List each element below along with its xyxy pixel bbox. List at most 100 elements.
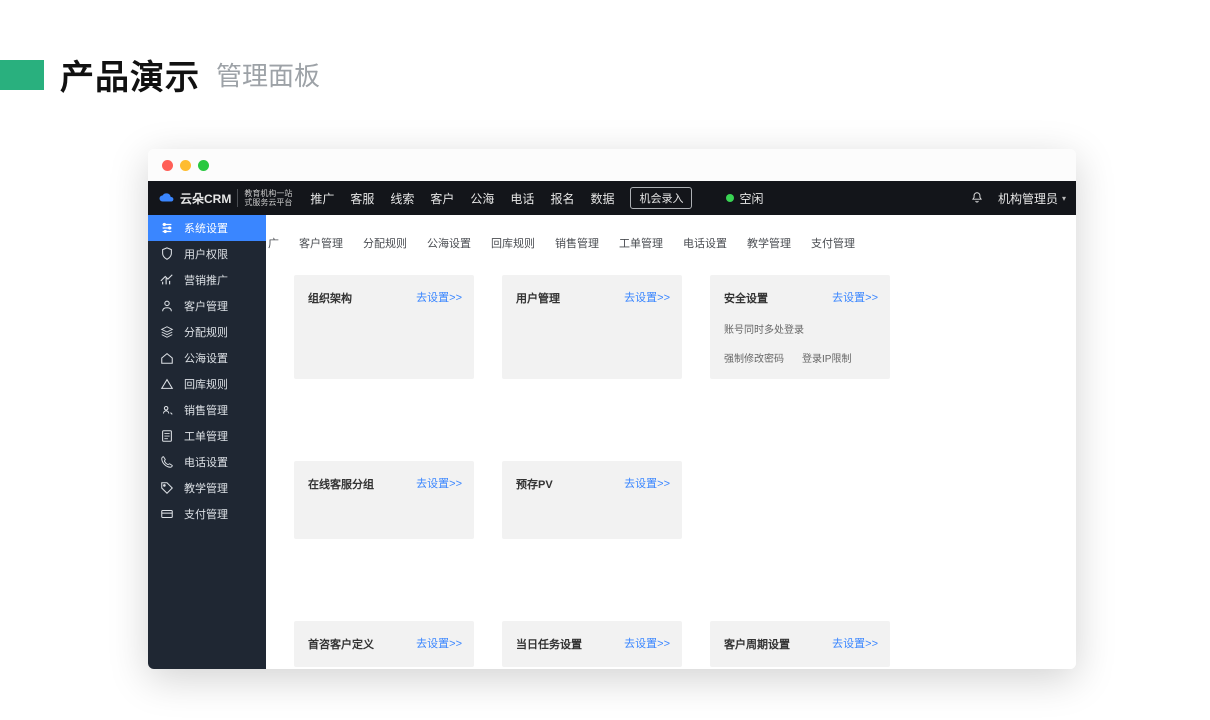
user-menu[interactable]: 机构管理员 ▾ <box>998 190 1066 207</box>
nav-right: 机构管理员 ▾ <box>970 190 1066 207</box>
status-dot-icon <box>726 194 734 202</box>
security-tag[interactable]: 登录IP限制 <box>802 350 851 365</box>
sidebar-item-assignment-rules[interactable]: 分配规则 <box>148 319 266 345</box>
go-settings-link[interactable]: 去设置>> <box>416 635 462 651</box>
sidebar-label: 系统设置 <box>184 220 228 236</box>
cloud-icon <box>158 192 176 205</box>
tab-teaching-mgmt[interactable]: 教学管理 <box>737 229 801 257</box>
tab-ticket-mgmt[interactable]: 工单管理 <box>609 229 673 257</box>
sidebar: 系统设置 用户权限 营销推广 客户管理 分配规则 公海设置 <box>148 215 266 669</box>
sliders-icon <box>160 221 174 235</box>
tab-assignment-rules[interactable]: 分配规则 <box>353 229 417 257</box>
tab-partial[interactable]: 广 <box>266 229 289 257</box>
go-settings-link[interactable]: 去设置>> <box>832 635 878 651</box>
card-title: 用户管理 <box>516 293 560 305</box>
sidebar-label: 回库规则 <box>184 376 228 392</box>
user-icon <box>160 299 174 313</box>
card-title: 预存PV <box>516 479 553 491</box>
slide-accent-bar <box>0 60 44 90</box>
sidebar-item-customer-mgmt[interactable]: 客户管理 <box>148 293 266 319</box>
sidebar-item-system-settings[interactable]: 系统设置 <box>148 215 266 241</box>
sidebar-label: 分配规则 <box>184 324 228 340</box>
sidebar-label: 支付管理 <box>184 506 228 522</box>
window-minimize-dot[interactable] <box>180 160 191 171</box>
record-opportunity-button[interactable]: 机会录入 <box>630 187 692 209</box>
window-close-dot[interactable] <box>162 160 173 171</box>
main-content: 广 客户管理 分配规则 公海设置 回库规则 销售管理 工单管理 电话设置 教学管… <box>266 215 1076 669</box>
nav-item-customer[interactable]: 客户 <box>422 190 462 207</box>
status-text: 空闲 <box>739 190 763 207</box>
security-tag[interactable]: 账号同时多处登录 <box>724 321 804 336</box>
status-indicator[interactable]: 空闲 <box>726 190 763 207</box>
card-title: 安全设置 <box>724 293 768 305</box>
setting-card-user-mgmt: 用户管理 去设置>> <box>502 275 682 379</box>
slide-title: 产品演示 <box>60 50 200 99</box>
tab-sea-settings[interactable]: 公海设置 <box>417 229 481 257</box>
nav-item-leads[interactable]: 线索 <box>382 190 422 207</box>
go-settings-link[interactable]: 去设置>> <box>832 289 878 305</box>
chevron-down-icon: ▾ <box>1062 194 1066 203</box>
logo-divider <box>237 189 238 207</box>
card-title: 当日任务设置 <box>516 639 582 651</box>
logo-subtext: 教育机构一站 式服务云平台 <box>244 189 292 207</box>
tab-customer-mgmt[interactable]: 客户管理 <box>289 229 353 257</box>
nav-items: 推广 客服 线索 客户 公海 电话 报名 数据 机会录入 <box>302 187 692 209</box>
card-title: 首咨客户定义 <box>308 639 374 651</box>
logo[interactable]: 云朵CRM 教育机构一站 式服务云平台 <box>148 189 302 207</box>
go-settings-link[interactable]: 去设置>> <box>624 635 670 651</box>
nav-item-phone[interactable]: 电话 <box>502 190 542 207</box>
go-settings-link[interactable]: 去设置>> <box>416 289 462 305</box>
setting-card-prestore-pv: 预存PV 去设置>> <box>502 461 682 539</box>
sidebar-label: 销售管理 <box>184 402 228 418</box>
sidebar-item-return-rules[interactable]: 回库规则 <box>148 371 266 397</box>
app-window: 云朵CRM 教育机构一站 式服务云平台 推广 客服 线索 客户 公海 电话 报名… <box>148 149 1076 669</box>
window-maximize-dot[interactable] <box>198 160 209 171</box>
content-row: 系统设置 用户权限 营销推广 客户管理 分配规则 公海设置 <box>148 215 1076 669</box>
sidebar-item-phone-settings[interactable]: 电话设置 <box>148 449 266 475</box>
sidebar-item-sea-settings[interactable]: 公海设置 <box>148 345 266 371</box>
chart-icon <box>160 273 174 287</box>
nav-item-service[interactable]: 客服 <box>342 190 382 207</box>
sidebar-item-ticket-mgmt[interactable]: 工单管理 <box>148 423 266 449</box>
slide-subtitle: 管理面板 <box>216 56 320 93</box>
sidebar-item-user-permissions[interactable]: 用户权限 <box>148 241 266 267</box>
triangle-icon <box>160 377 174 391</box>
go-settings-link[interactable]: 去设置>> <box>624 475 670 491</box>
sidebar-item-sales-mgmt[interactable]: 销售管理 <box>148 397 266 423</box>
sidebar-item-marketing[interactable]: 营销推广 <box>148 267 266 293</box>
setting-card-first-consult: 首咨客户定义 去设置>> <box>294 621 474 667</box>
card-icon <box>160 507 174 521</box>
bell-icon[interactable] <box>970 191 984 205</box>
card-tags: 账号同时多处登录 强制修改密码 登录IP限制 <box>724 321 876 365</box>
go-settings-link[interactable]: 去设置>> <box>624 289 670 305</box>
tab-payment-mgmt[interactable]: 支付管理 <box>801 229 865 257</box>
sidebar-label: 公海设置 <box>184 350 228 366</box>
setting-card-online-service-groups: 在线客服分组 去设置>> <box>294 461 474 539</box>
setting-card-security: 安全设置 去设置>> 账号同时多处登录 强制修改密码 登录IP限制 <box>710 275 890 379</box>
security-tag[interactable]: 强制修改密码 <box>724 350 784 365</box>
layers-icon <box>160 325 174 339</box>
nav-item-data[interactable]: 数据 <box>582 190 622 207</box>
top-nav: 云朵CRM 教育机构一站 式服务云平台 推广 客服 线索 客户 公海 电话 报名… <box>148 181 1076 215</box>
card-title: 组织架构 <box>308 293 352 305</box>
go-settings-link[interactable]: 去设置>> <box>416 475 462 491</box>
cards-row-1: 去设置>> 组织架构 去设置>> 用户管理 去设置>> 安全设置 去设置>> <box>266 275 1076 379</box>
card-title: 客户周期设置 <box>724 639 790 651</box>
nav-item-sea[interactable]: 公海 <box>462 190 502 207</box>
sidebar-item-payment-mgmt[interactable]: 支付管理 <box>148 501 266 527</box>
sidebar-label: 营销推广 <box>184 272 228 288</box>
logo-text: 云朵CRM <box>180 190 231 207</box>
sidebar-label: 电话设置 <box>184 454 228 470</box>
tabs-row: 广 客户管理 分配规则 公海设置 回库规则 销售管理 工单管理 电话设置 教学管… <box>266 215 1076 257</box>
nav-item-signup[interactable]: 报名 <box>542 190 582 207</box>
tab-return-rules[interactable]: 回库规则 <box>481 229 545 257</box>
tab-sales-mgmt[interactable]: 销售管理 <box>545 229 609 257</box>
sidebar-label: 用户权限 <box>184 246 228 262</box>
slide-header: 产品演示 管理面板 <box>0 0 1210 113</box>
sidebar-item-teaching-mgmt[interactable]: 教学管理 <box>148 475 266 501</box>
cards-row-3: 列 去设置>> 首咨客户定义 去设置>> 当日任务设置 去设置>> 客户周期设置… <box>266 621 1076 667</box>
file-icon <box>160 429 174 443</box>
nav-item-promo[interactable]: 推广 <box>302 190 342 207</box>
setting-card-customer-cycle: 客户周期设置 去设置>> <box>710 621 890 667</box>
tab-phone-settings[interactable]: 电话设置 <box>673 229 737 257</box>
